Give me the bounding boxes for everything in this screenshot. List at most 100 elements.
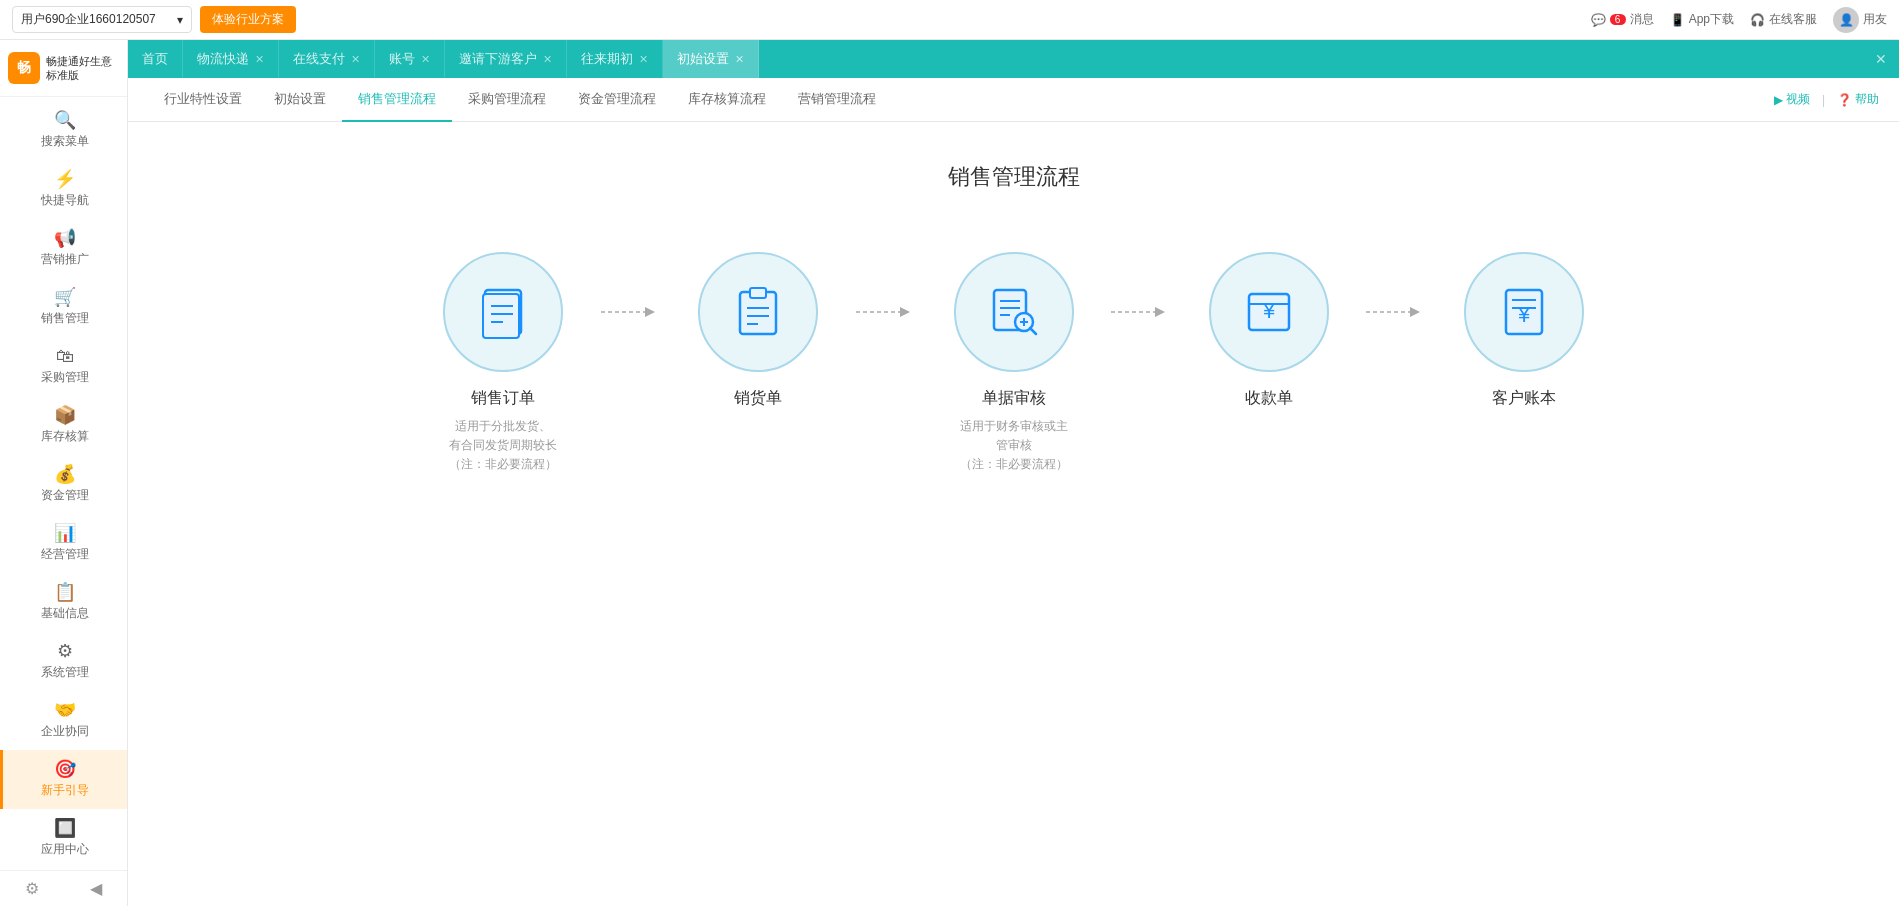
sidebar-item-quick-nav[interactable]: ⚡ 快捷导航	[0, 160, 127, 219]
user-dropdown[interactable]: 用户690企业1660120507 ▾	[12, 6, 192, 33]
sub-tab-industry-settings[interactable]: 行业特性设置	[148, 78, 258, 122]
sidebar-label-inventory: 库存核算	[41, 428, 89, 445]
message-label: 消息	[1630, 11, 1654, 28]
nav-tab-close-payment[interactable]: ✕	[351, 53, 360, 66]
flow-arrow-2	[848, 302, 924, 322]
user-profile-item[interactable]: 👤 用友	[1833, 7, 1887, 33]
nav-tab-logistics[interactable]: 物流快递✕	[183, 40, 279, 78]
sidebar-item-inventory[interactable]: 📦 库存核算	[0, 396, 127, 455]
nav-tab-account[interactable]: 账号 ✕	[375, 40, 445, 78]
nav-tab-invite-downstream[interactable]: 邀请下游客户✕	[445, 40, 567, 78]
svg-marker-16	[900, 307, 910, 317]
flow-step-desc-doc-review: 适用于财务审核或主管审核（注：非必要流程）	[960, 417, 1068, 475]
headset-icon: 🎧	[1750, 13, 1765, 27]
sidebar-item-purchase-mgmt[interactable]: 🛍 采购管理	[0, 337, 127, 396]
sub-tab-capital-flow[interactable]: 资金管理流程	[562, 78, 672, 122]
help-link[interactable]: ❓ 帮助	[1837, 91, 1879, 108]
sidebar-label-finance-mgmt: 资金管理	[41, 487, 89, 504]
message-badge: 6	[1610, 14, 1626, 25]
nav-bar-close-all[interactable]: ✕	[1863, 51, 1899, 67]
sidebar-item-app-center[interactable]: 🔲 应用中心	[0, 809, 127, 868]
sidebar-label-sys-mgmt: 系统管理	[41, 664, 89, 681]
flow-step-circle-collection: ¥	[1209, 252, 1329, 372]
phone-icon: 📱	[1670, 13, 1685, 27]
trial-btn[interactable]: 体验行业方案	[200, 6, 296, 33]
app-layout: 畅 畅捷通好生意 标准版 🔍 搜索菜单 ⚡ 快捷导航 📢 营销推广 🛒 销售管理…	[0, 40, 1899, 906]
sidebar-item-sys-mgmt[interactable]: ⚙ 系统管理	[0, 632, 127, 691]
flow-step-sales-order[interactable]: 销售订单 适用于分批发货、有合同发货周期较长（注：非必要流程）	[414, 252, 593, 475]
sidebar-item-marketing-promo[interactable]: 📢 营销推广	[0, 219, 127, 278]
flow-step-collection[interactable]: ¥ 收款单	[1179, 252, 1358, 417]
online-service-label: 在线客服	[1769, 11, 1817, 28]
sub-tab-init-settings[interactable]: 初始设置	[258, 78, 342, 122]
sidebar-nav: 🔍 搜索菜单 ⚡ 快捷导航 📢 营销推广 🛒 销售管理 🛍 采购管理 📦 库存核…	[0, 97, 127, 870]
sidebar-icon-enterprise-collab: 🤝	[54, 701, 76, 719]
flow-title: 销售管理流程	[948, 162, 1080, 192]
sidebar-item-enterprise-collab[interactable]: 🤝 企业协同	[0, 691, 127, 750]
nav-tab-close-init-settings[interactable]: ✕	[735, 53, 744, 66]
nav-tab-close-invite-downstream[interactable]: ✕	[543, 53, 552, 66]
flow-step-circle-doc-review	[954, 252, 1074, 372]
nav-tab-payment[interactable]: 在线支付 ✕	[279, 40, 375, 78]
sidebar-item-new-guide[interactable]: 🎯 新手引导	[0, 750, 127, 809]
sidebar-item-basic-info[interactable]: 📋 基础信息	[0, 573, 127, 632]
nav-tab-close-period-init[interactable]: ✕	[639, 53, 648, 66]
sidebar-logo: 畅 畅捷通好生意 标准版	[0, 40, 127, 97]
nav-tab-period-init[interactable]: 往来期初✕	[567, 40, 663, 78]
sidebar-icon-purchase-mgmt: 🛍	[56, 347, 74, 365]
sidebar-item-sales-mgmt[interactable]: 🛒 销售管理	[0, 278, 127, 337]
sidebar-item-ops-mgmt[interactable]: 📊 经营管理	[0, 514, 127, 573]
nav-tab-home[interactable]: 首页	[128, 40, 183, 78]
flow-step-name-customer-account: 客户账本	[1492, 388, 1556, 409]
svg-text:¥: ¥	[1262, 298, 1276, 323]
sub-tabs-right: ▶ 视频 | ❓ 帮助	[1774, 91, 1879, 108]
help-label: 帮助	[1855, 91, 1879, 108]
sidebar-label-ops-mgmt: 经营管理	[41, 546, 89, 563]
sub-tab-sales-flow[interactable]: 销售管理流程	[342, 78, 452, 122]
collapse-icon[interactable]: ◀	[90, 879, 102, 898]
online-service-item[interactable]: 🎧 在线客服	[1750, 11, 1817, 28]
nav-tab-label-payment: 在线支付	[293, 50, 345, 68]
flow-step-doc-review[interactable]: 单据审核 适用于财务审核或主管审核（注：非必要流程）	[924, 252, 1103, 475]
sidebar-icon-basic-info: 📋	[54, 583, 76, 601]
flow-arrow-1	[593, 302, 669, 322]
sidebar-icon-sales-mgmt: 🛒	[54, 288, 76, 306]
sidebar-icon-inventory: 📦	[54, 406, 76, 424]
app-download-label: App下载	[1689, 11, 1734, 28]
nav-tab-label-home: 首页	[142, 50, 168, 68]
settings-icon[interactable]: ⚙	[25, 879, 39, 898]
svg-marker-9	[645, 307, 655, 317]
sidebar-icon-app-center: 🔲	[54, 819, 76, 837]
video-label: 视频	[1786, 91, 1810, 108]
sidebar-label-sales-mgmt: 销售管理	[41, 310, 89, 327]
sidebar-label-search: 搜索菜单	[41, 133, 89, 150]
app-download-item[interactable]: 📱 App下载	[1670, 11, 1734, 28]
flow-step-sales-invoice[interactable]: 销货单	[669, 252, 848, 417]
flow-step-name-collection: 收款单	[1245, 388, 1293, 409]
sidebar-item-finance-mgmt[interactable]: 💰 资金管理	[0, 455, 127, 514]
help-icon: ❓	[1837, 93, 1852, 107]
flow-steps: 销售订单 适用于分批发货、有合同发货周期较长（注：非必要流程） 销货单	[414, 252, 1614, 475]
sidebar-label-enterprise-collab: 企业协同	[41, 723, 89, 740]
sidebar-item-search[interactable]: 🔍 搜索菜单	[0, 101, 127, 160]
sidebar-label-quick-nav: 快捷导航	[41, 192, 89, 209]
top-header: 用户690企业1660120507 ▾ 体验行业方案 💬 6 消息 📱 App下…	[0, 0, 1899, 40]
flow-step-circle-sales-order	[443, 252, 563, 372]
header-right: 💬 6 消息 📱 App下载 🎧 在线客服 👤 用友	[1591, 7, 1887, 33]
page-area: 行业特性设置初始设置销售管理流程采购管理流程资金管理流程库存核算流程营销管理流程…	[128, 78, 1899, 906]
sub-tab-marketing-flow[interactable]: 营销管理流程	[782, 78, 892, 122]
nav-tab-close-account[interactable]: ✕	[421, 53, 430, 66]
message-item[interactable]: 💬 6 消息	[1591, 11, 1654, 28]
sidebar-icon-search: 🔍	[54, 111, 76, 129]
video-link[interactable]: ▶ 视频	[1774, 91, 1810, 108]
svg-text:¥: ¥	[1517, 302, 1531, 327]
flow-step-customer-account[interactable]: ¥ 客户账本	[1434, 252, 1613, 417]
sub-tab-purchase-flow[interactable]: 采购管理流程	[452, 78, 562, 122]
nav-tab-close-logistics[interactable]: ✕	[255, 53, 264, 66]
nav-tab-label-account: 账号	[389, 50, 415, 68]
sidebar-label-purchase-mgmt: 采购管理	[41, 369, 89, 386]
logo-icon: 畅	[8, 52, 40, 84]
nav-tab-init-settings[interactable]: 初始设置✕	[663, 40, 759, 78]
svg-marker-26	[1155, 307, 1165, 317]
sub-tab-inventory-flow[interactable]: 库存核算流程	[672, 78, 782, 122]
